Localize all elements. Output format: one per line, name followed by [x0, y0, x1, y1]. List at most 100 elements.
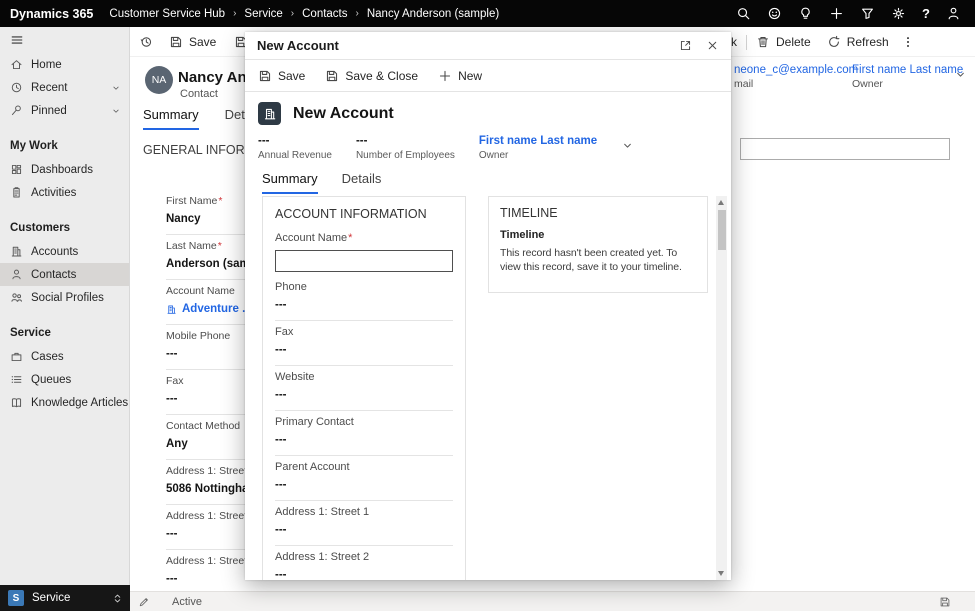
popout-icon[interactable]	[679, 39, 692, 52]
header-expand-chevron-icon[interactable]	[621, 139, 634, 152]
field-label: Fax	[275, 326, 453, 338]
sidebar-item-activities[interactable]: Activities	[0, 181, 129, 204]
employees-value[interactable]: ---	[356, 135, 455, 147]
sidebar-item-contacts[interactable]: Contacts	[0, 263, 129, 286]
feedback-icon[interactable]	[767, 6, 782, 21]
refresh-button[interactable]: Refresh	[827, 35, 889, 49]
building-icon	[263, 107, 277, 121]
people-icon	[10, 291, 23, 304]
dialog-new-button[interactable]: New	[438, 69, 482, 83]
sidebar-item-label: Dashboards	[31, 164, 93, 176]
scroll-up-arrow[interactable]	[718, 200, 724, 205]
modal-scrollbar[interactable]	[716, 196, 727, 580]
timeline-title: TIMELINE	[500, 206, 696, 220]
help-icon[interactable]: ?	[922, 6, 930, 21]
dialog-tab-details[interactable]: Details	[342, 171, 382, 194]
field-value[interactable]: ---	[275, 569, 453, 580]
dialog-tab-summary[interactable]: Summary	[262, 171, 318, 194]
filter-icon[interactable]	[860, 6, 875, 21]
history-icon[interactable]	[139, 35, 153, 49]
field-label: Phone	[275, 281, 453, 293]
sidebar-item-pinned[interactable]: Pinned	[0, 99, 129, 122]
scrollbar-thumb[interactable]	[718, 210, 726, 250]
account-name-input[interactable]	[275, 250, 453, 272]
building-icon	[166, 304, 177, 315]
field-label: Website	[275, 371, 453, 383]
timeline-empty-message: This record hasn't been created yet. To …	[500, 246, 696, 274]
area-switcher[interactable]: S Service	[0, 585, 130, 611]
dialog-save-and-close-button[interactable]: Save & Close	[325, 69, 418, 83]
save-button[interactable]: Save	[169, 35, 216, 49]
sidebar-item-accounts[interactable]: Accounts	[0, 240, 129, 263]
save-status-icon[interactable]	[939, 596, 951, 608]
field-value[interactable]: ---	[275, 344, 453, 356]
sidebar-item-social-profiles[interactable]: Social Profiles	[0, 286, 129, 309]
dialog-record-title: New Account	[293, 105, 394, 123]
refresh-button-label: Refresh	[847, 35, 889, 49]
brand-logo[interactable]: Dynamics 365	[10, 7, 93, 21]
clock-icon	[10, 81, 23, 94]
area-label: Service	[32, 592, 70, 604]
gear-icon[interactable]	[891, 6, 906, 21]
sidebar-group-customers: Customers	[0, 204, 129, 240]
field-value[interactable]: ---	[275, 524, 453, 536]
sidebar-item-label: Recent	[31, 82, 67, 94]
sidebar-item-label: Queues	[31, 374, 71, 386]
field-label: Address 1: Street 1	[275, 506, 453, 518]
sidebar-item-knowledge-articles[interactable]: Knowledge Articles	[0, 391, 129, 414]
annual-revenue-label: Annual Revenue	[258, 150, 332, 161]
scroll-down-arrow[interactable]	[718, 571, 724, 576]
lightbulb-icon[interactable]	[798, 6, 813, 21]
sidebar-item-dashboards[interactable]: Dashboards	[0, 158, 129, 181]
truncated-command-label[interactable]: k	[731, 35, 737, 49]
list-icon	[10, 373, 23, 386]
sidebar-item-home[interactable]: Home	[0, 53, 129, 76]
plus-icon[interactable]	[829, 6, 844, 21]
sidebar-item-label: Cases	[31, 351, 64, 363]
dialog-new-label: New	[458, 69, 482, 83]
more-commands-icon[interactable]	[901, 35, 915, 49]
employees-label: Number of Employees	[356, 150, 455, 161]
edit-pencil-icon	[138, 596, 150, 608]
owner-link[interactable]: First name Last name	[852, 64, 963, 76]
sidebar-item-label: Knowledge Articles	[31, 397, 128, 409]
field-label: Primary Contact	[275, 416, 453, 428]
field-value[interactable]: ---	[275, 299, 453, 311]
delete-button[interactable]: Delete	[756, 35, 811, 49]
breadcrumb-record[interactable]: Nancy Anderson (sample)	[367, 8, 499, 20]
dialog-save-button[interactable]: Save	[258, 69, 305, 83]
field-label: Address 1: Street 2	[275, 551, 453, 563]
chevron-down-icon	[111, 83, 121, 93]
collapse-sitemap-button[interactable]	[0, 27, 129, 53]
tab-summary[interactable]: Summary	[143, 107, 199, 130]
timeline-search-input[interactable]	[740, 138, 950, 160]
dialog-titlebar-icons	[679, 39, 719, 52]
new-account-dialog: New Account Save Save & Close New New Ac…	[245, 32, 731, 580]
close-icon[interactable]	[706, 39, 719, 52]
owner-link[interactable]: First name Last name	[479, 135, 597, 147]
account-name-label: Account Name	[275, 232, 453, 244]
app-name[interactable]: Customer Service Hub	[109, 8, 225, 20]
account-entity-avatar	[258, 102, 281, 125]
sidebar-item-cases[interactable]: Cases	[0, 345, 129, 368]
floppy-icon	[325, 69, 339, 83]
breadcrumb-contacts[interactable]: Contacts	[302, 8, 347, 20]
header-owner-field: First name Last name Owner	[852, 64, 963, 90]
sidebar-item-queues[interactable]: Queues	[0, 368, 129, 391]
annual-revenue-field: --- Annual Revenue	[258, 135, 332, 161]
user-account-icon[interactable]	[946, 6, 961, 21]
breadcrumb-service[interactable]: Service	[244, 8, 282, 20]
field-value[interactable]: ---	[275, 389, 453, 401]
account-lookup-label: Adventure ...	[182, 303, 252, 315]
sidebar-item-label: Home	[31, 59, 62, 71]
search-icon[interactable]	[736, 6, 751, 21]
email-link[interactable]: neone_c@example.com	[734, 64, 858, 76]
field-value[interactable]: ---	[275, 434, 453, 446]
updown-arrows-icon[interactable]	[112, 593, 123, 604]
annual-revenue-value[interactable]: ---	[258, 135, 332, 147]
dialog-titlebar: New Account	[245, 32, 731, 60]
field-value[interactable]: ---	[275, 479, 453, 491]
timeline-panel: TIMELINE Timeline This record hasn't bee…	[488, 196, 708, 293]
sidebar-item-recent[interactable]: Recent	[0, 76, 129, 99]
header-expand-chevron-icon[interactable]	[954, 68, 967, 81]
